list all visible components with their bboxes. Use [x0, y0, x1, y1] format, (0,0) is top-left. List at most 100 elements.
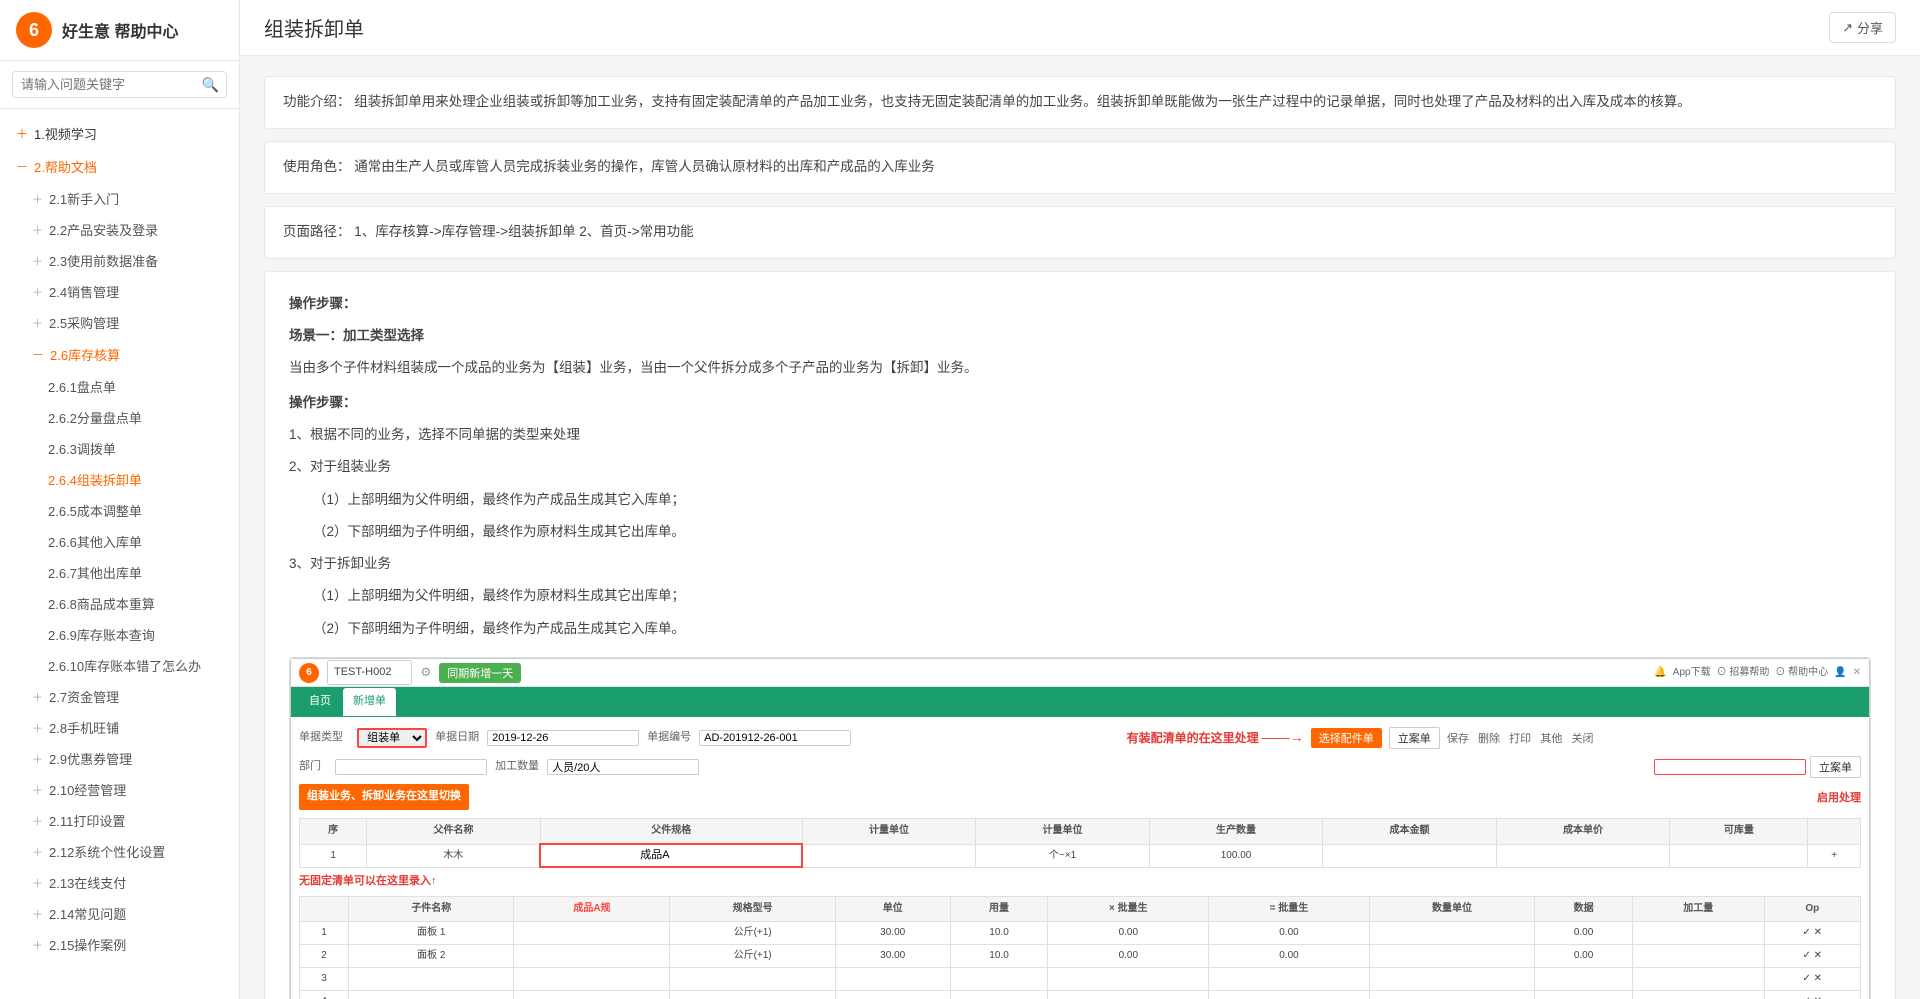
sub-plus-icon-2-15: ＋: [32, 937, 43, 953]
sidebar-item-docs[interactable]: － 2.帮助文档: [0, 150, 239, 183]
sidebar-item-2-7[interactable]: ＋ 2.7资金管理: [0, 681, 239, 712]
sidebar-item-docs-label: 2.帮助文档: [34, 157, 97, 176]
sidebar-item-2-2[interactable]: ＋ 2.2产品安装及登录: [0, 214, 239, 245]
sidebar-item-2-1[interactable]: ＋ 2.1新手入门: [0, 183, 239, 214]
sidebar-item-2-12[interactable]: ＋ 2.12系统个性化设置: [0, 836, 239, 867]
mock-th-cost-price: 成本单价: [1496, 819, 1670, 845]
mock-nav-tabs: 自页 新增单: [299, 688, 396, 716]
sub-plus-icon: ＋: [32, 222, 43, 238]
mock-th-unit2: 计量单位: [976, 819, 1150, 845]
sub-plus-icon-2-10: ＋: [32, 782, 43, 798]
logo-icon: 6: [16, 12, 52, 48]
mock-logo: 6: [299, 663, 319, 683]
mock-form-row-1: 单据类型 组装单 拆卸单 单据日期 单据编号 有装配清单的在这里: [299, 725, 1861, 750]
sub-plus-icon: ＋: [32, 191, 43, 207]
scenario-desc: 当由多个子件材料组装成一个成品的业务为【组装】业务，当由一个父件拆分成多个子产品…: [289, 356, 1871, 380]
mock-user-icon: 👤: [1834, 664, 1846, 682]
share-button[interactable]: ↗ 分享: [1829, 12, 1896, 43]
sidebar-item-2-10[interactable]: ＋ 2.10经营管理: [0, 774, 239, 805]
sidebar-item-2-15[interactable]: ＋ 2.15操作案例: [0, 929, 239, 960]
mock-assemble-label: 组装业务、拆卸业务在这里切换: [299, 784, 469, 810]
sidebar-item-2-6[interactable]: － 2.6库存核算: [0, 338, 239, 371]
mock-qty-input[interactable]: [547, 759, 699, 775]
role-block: 使用角色： 通常由生产人员或库管人员完成拆装业务的操作，库管人员确认原材料的出库…: [264, 141, 1896, 194]
mock-annotation-row: 组装业务、拆卸业务在这里切换 启用处理: [299, 784, 1861, 814]
main-content: 操作步骤： 场景一：加工类型选择 当由多个子件材料组装成一个成品的业务为【组装】…: [264, 271, 1896, 999]
expand-icon: ＋: [16, 125, 28, 142]
mock-annotation-wrap: 有装配清单的在这里处理 ——→ 选择配件单 立案单 保存 删除 打印 其他 关闭: [859, 725, 1861, 750]
search-box: 🔍: [0, 61, 239, 109]
sidebar-item-2-3[interactable]: ＋ 2.3使用前数据准备: [0, 245, 239, 276]
mock-tab-new[interactable]: 新增单: [343, 688, 396, 716]
mock-th-unit: 计量单位: [802, 819, 976, 845]
path-block: 页面路径： 1、库存核算->库存管理->组装拆卸单 2、首页->常用功能: [264, 206, 1896, 259]
mock-help-center-icon: ⊙ 帮助中心: [1775, 664, 1828, 682]
nav-tree: ＋ 1.视频学习 － 2.帮助文档 ＋ 2.1新手入门 ＋ 2.2产品安装及登录…: [0, 109, 239, 999]
sub-plus-icon-2-9: ＋: [32, 751, 43, 767]
sidebar-item-2-13[interactable]: ＋ 2.13在线支付: [0, 867, 239, 898]
sub-plus-icon-2-7: ＋: [32, 689, 43, 705]
mock-child-row-3: 3: [300, 967, 1861, 990]
search-input[interactable]: [12, 71, 227, 98]
sidebar-item-2-6-4[interactable]: 2.6.4组装拆卸单: [0, 464, 239, 495]
mock-parent-table: 序 父件名称 父件规格 计量单位 计量单位 生产数量 成本金额 成本单价 可库量: [299, 818, 1861, 868]
mock-date-input[interactable]: [487, 730, 639, 746]
mock-date-label: 单据日期: [435, 728, 479, 748]
sidebar-item-2-6-2[interactable]: 2.6.2分量盘点单: [0, 402, 239, 433]
sidebar-item-2-9[interactable]: ＋ 2.9优惠券管理: [0, 743, 239, 774]
mock-select-bom-btn[interactable]: 选择配件单: [1311, 728, 1382, 748]
sidebar-item-2-6-9[interactable]: 2.6.9库存账本查询: [0, 619, 239, 650]
mock-status-input[interactable]: [1654, 759, 1806, 775]
sub-plus-icon: ＋: [32, 284, 43, 300]
path-text: 1、库存核算->库存管理->组装拆卸单 2、首页->常用功能: [354, 224, 693, 239]
sidebar-header: 6 好生意 帮助中心: [0, 0, 239, 61]
mock-approve-btn[interactable]: 立案单: [1810, 756, 1861, 778]
func-intro-block: 功能介绍： 组装拆卸单用来处理企业组装或拆卸等加工业务，支持有固定装配清单的产品…: [264, 76, 1896, 129]
mock-ops-label: 保存 删除 打印 其他 关闭: [1447, 733, 1594, 745]
sidebar-item-video[interactable]: ＋ 1.视频学习: [0, 117, 239, 150]
mock-dept-input[interactable]: [335, 759, 487, 775]
sidebar-item-2-14[interactable]: ＋ 2.14常见问题: [0, 898, 239, 929]
screenshot-image: 6 TEST-H002 ⚙ 同期新增一天 🔔 App下载 ⊙ 招募帮助 ⊙ 帮助…: [289, 657, 1871, 999]
step3: 3、对于拆卸业务: [289, 552, 1871, 576]
mock-help-icon: ⊙ 招募帮助: [1717, 664, 1770, 682]
collapse-2-6-icon: －: [32, 346, 44, 363]
mock-annotation1: 有装配清单的在这里处理: [1127, 731, 1259, 745]
mock-form-row-2: 部门 加工数量 立案单: [299, 756, 1861, 778]
search-icon[interactable]: 🔍: [202, 76, 219, 93]
mock-confirm-btn[interactable]: 立案单: [1389, 727, 1440, 749]
mock-settings-icon: ⚙: [420, 662, 431, 684]
mock-dept-label: 部门: [299, 757, 327, 777]
mock-billno-input[interactable]: [699, 730, 851, 746]
mock-annotation3: 启用处理: [1817, 789, 1861, 809]
mock-new-btn[interactable]: 同期新增一天: [439, 663, 521, 683]
mock-th-produce-qty: 生产数量: [1149, 819, 1323, 845]
mock-th-ops: [1808, 819, 1861, 845]
ops-heading: 操作步骤：: [289, 296, 357, 311]
2-6-submenu: 2.6.1盘点单 2.6.2分量盘点单 2.6.3调拨单 2.6.4组装拆卸单 …: [0, 371, 239, 681]
sidebar-item-2-6-3[interactable]: 2.6.3调拨单: [0, 433, 239, 464]
mock-billno-label: 单据编号: [647, 728, 691, 748]
sidebar-item-2-11[interactable]: ＋ 2.11打印设置: [0, 805, 239, 836]
sidebar-item-2-6-5[interactable]: 2.6.5成本调整单: [0, 495, 239, 526]
sidebar-item-2-6-6[interactable]: 2.6.6其他入库单: [0, 526, 239, 557]
sub-plus-icon: ＋: [32, 253, 43, 269]
mock-ui: 6 TEST-H002 ⚙ 同期新增一天 🔔 App下载 ⊙ 招募帮助 ⊙ 帮助…: [290, 658, 1870, 999]
mock-close-icon: ✕: [1853, 664, 1861, 682]
role-text: 通常由生产人员或库管人员完成拆装业务的操作，库管人员确认原材料的出库和产成品的入…: [354, 159, 935, 174]
mock-type-select[interactable]: 组装单 拆卸单: [357, 728, 427, 748]
sidebar-item-2-4[interactable]: ＋ 2.4销售管理: [0, 276, 239, 307]
sidebar-item-2-6-1[interactable]: 2.6.1盘点单: [0, 371, 239, 402]
sidebar-item-2-6-7[interactable]: 2.6.7其他出库单: [0, 557, 239, 588]
mock-th-parent-name: 父件名称: [367, 819, 541, 845]
sidebar-item-2-5[interactable]: ＋ 2.5采购管理: [0, 307, 239, 338]
sidebar-item-2-6-10[interactable]: 2.6.10库存账本错了怎么办: [0, 650, 239, 681]
sub-plus-icon-2-13: ＋: [32, 875, 43, 891]
docs-submenu: ＋ 2.1新手入门 ＋ 2.2产品安装及登录 ＋ 2.3使用前数据准备 ＋ 2.…: [0, 183, 239, 960]
sidebar-item-2-8[interactable]: ＋ 2.8手机旺铺: [0, 712, 239, 743]
mock-child-table: 子件名称 成品A规 规格型号 单位 用量 × 批量生 = 批量生 数量单位 数据: [299, 896, 1861, 999]
mock-enable-wrap: 立案单: [1654, 756, 1861, 778]
sidebar-item-2-6-8[interactable]: 2.6.8商品成本重算: [0, 588, 239, 619]
sidebar-item-video-label: 1.视频学习: [34, 124, 97, 143]
mock-tab-home[interactable]: 自页: [299, 688, 341, 716]
